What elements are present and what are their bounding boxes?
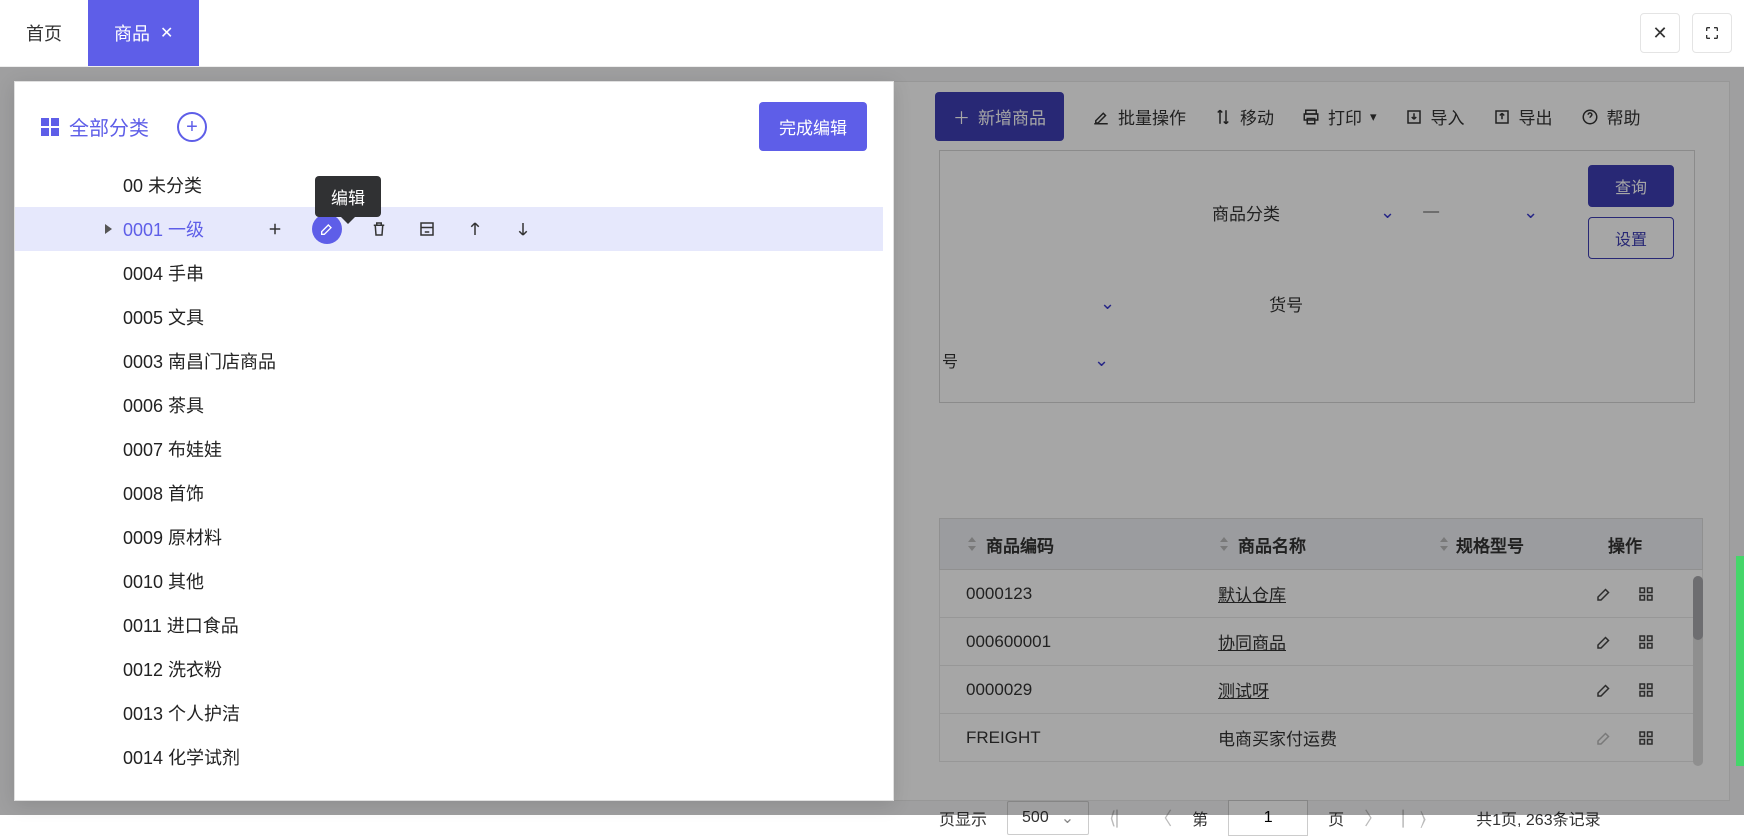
- tooltip-edit: 编辑: [315, 176, 381, 217]
- category-label: 0012 洗衣粉: [123, 656, 222, 682]
- category-item[interactable]: 0007 布娃娃: [15, 427, 883, 471]
- category-item[interactable]: 0008 首饰: [15, 471, 883, 515]
- fullscreen-button[interactable]: [1692, 13, 1732, 53]
- tab-label: 首页: [26, 20, 62, 46]
- category-item[interactable]: 0012 洗衣粉: [15, 647, 883, 691]
- category-label: 0011 进口食品: [123, 612, 239, 638]
- category-label: 0013 个人护洁: [123, 700, 240, 726]
- delete-icon[interactable]: [368, 218, 390, 240]
- window-scroll-indicator: [1736, 556, 1744, 766]
- tab-label: 商品: [114, 20, 150, 46]
- tabs-bar: 首页 商品 ✕ ✕: [0, 0, 1744, 67]
- category-label: 0003 南昌门店商品: [123, 348, 276, 374]
- category-item[interactable]: 0004 手串: [15, 251, 883, 295]
- category-item[interactable]: 0010 其他: [15, 559, 883, 603]
- category-item[interactable]: 0013 个人护洁: [15, 691, 883, 735]
- tooltip-text: 编辑: [331, 189, 365, 208]
- grid-icon: [41, 118, 59, 136]
- add-category-button[interactable]: +: [177, 112, 207, 142]
- close-all-button[interactable]: ✕: [1640, 13, 1680, 53]
- move-down-icon[interactable]: [512, 218, 534, 240]
- category-item[interactable]: 0006 茶具: [15, 383, 883, 427]
- tab-product[interactable]: 商品 ✕: [88, 0, 199, 66]
- caret-right-icon: [105, 224, 112, 234]
- category-item[interactable]: 0003 南昌门店商品: [15, 339, 883, 383]
- category-label: 0007 布娃娃: [123, 436, 222, 462]
- tab-home[interactable]: 首页: [0, 0, 88, 66]
- category-label: 0009 原材料: [123, 524, 222, 550]
- category-label: 0004 手串: [123, 260, 204, 286]
- category-header: 全部分类 + 完成编辑: [15, 82, 893, 163]
- category-label: 0008 首饰: [123, 480, 204, 506]
- add-child-icon[interactable]: [264, 218, 286, 240]
- category-item[interactable]: 0011 进口食品: [15, 603, 883, 647]
- category-item[interactable]: 0009 原材料: [15, 515, 883, 559]
- close-icon[interactable]: ✕: [160, 23, 173, 43]
- move-up-icon[interactable]: [464, 218, 486, 240]
- category-label: 0014 化学试剂: [123, 744, 240, 770]
- category-label: 0006 茶具: [123, 392, 204, 418]
- archive-icon[interactable]: [416, 218, 438, 240]
- category-item[interactable]: 0005 文具: [15, 295, 883, 339]
- category-label: 0005 文具: [123, 304, 204, 330]
- button-label: 完成编辑: [779, 119, 847, 138]
- edit-icon[interactable]: [312, 214, 342, 244]
- category-item[interactable]: 00 未分类: [15, 163, 883, 207]
- category-label: 0010 其他: [123, 568, 204, 594]
- category-title[interactable]: 全部分类: [69, 112, 149, 141]
- category-label: 00 未分类: [123, 172, 202, 198]
- category-list[interactable]: 00 未分类 0001 一级 0004 手串 0005 文具 0003 南昌门店商品 00…: [15, 163, 893, 817]
- category-item[interactable]: 0014 化学试剂: [15, 735, 883, 779]
- category-editor-modal: 全部分类 + 完成编辑 00 未分类 0001 一级 0004 手串 0005 文具 0…: [14, 81, 894, 801]
- category-label: 0001 一级: [123, 216, 204, 242]
- finish-edit-button[interactable]: 完成编辑: [759, 102, 867, 151]
- category-item[interactable]: 0001 一级: [15, 207, 883, 251]
